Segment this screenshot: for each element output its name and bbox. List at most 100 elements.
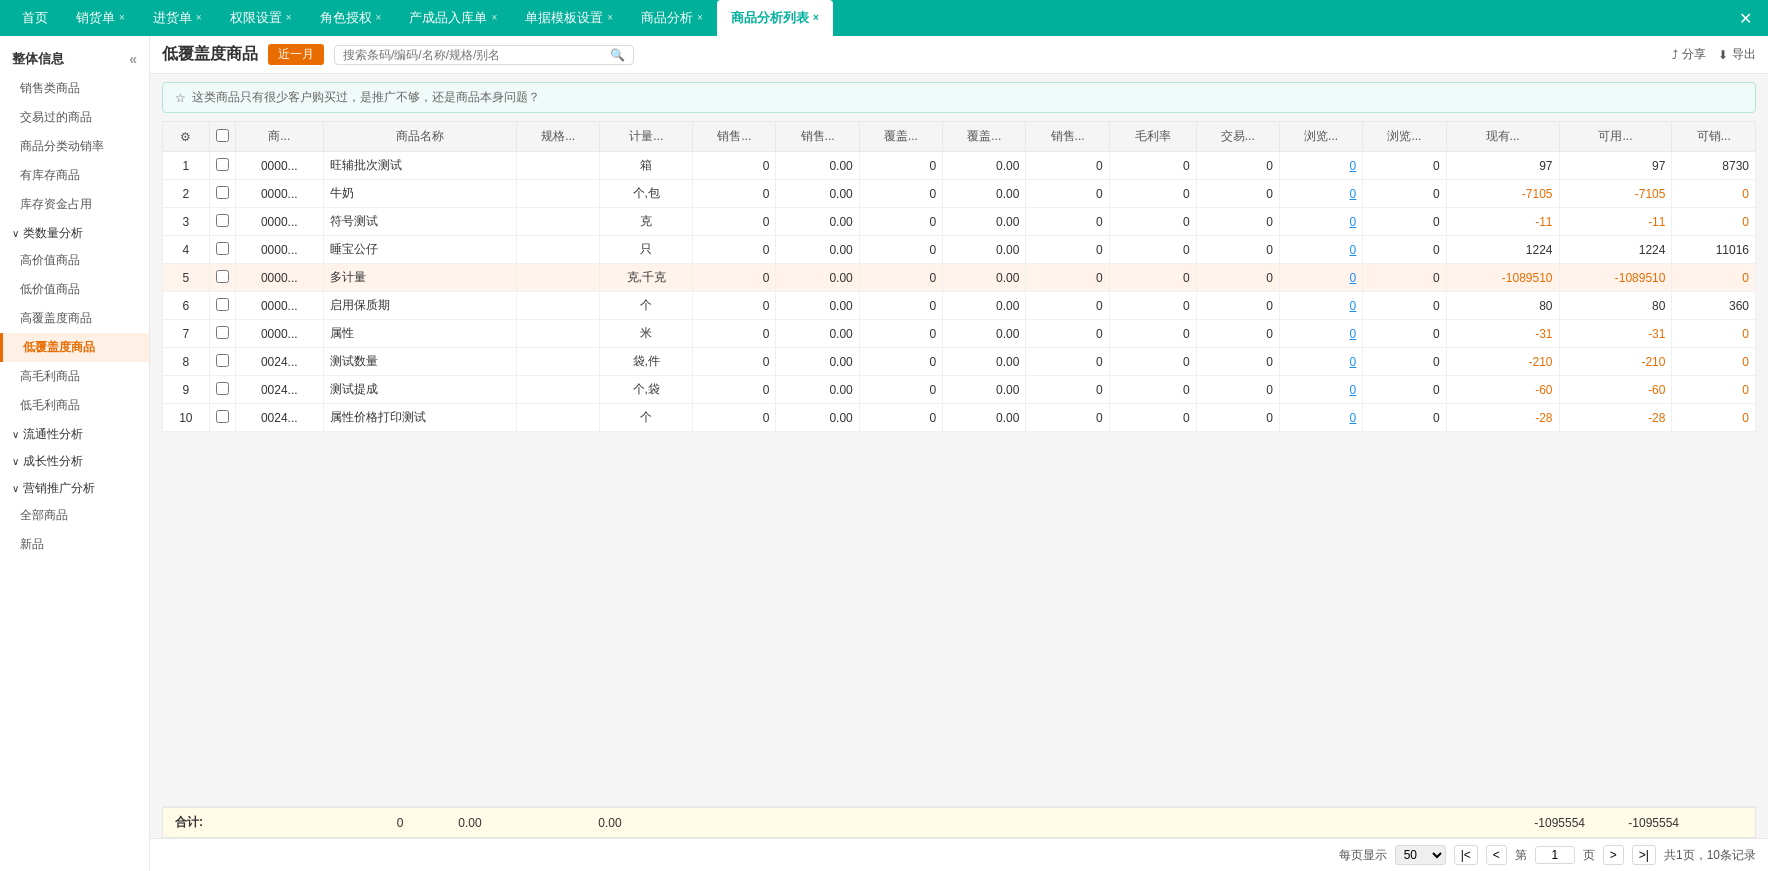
row-checkbox[interactable]	[216, 242, 229, 255]
nav-template[interactable]: 单据模板设置 ×	[511, 0, 627, 36]
row-trade: 0	[1196, 376, 1279, 404]
row-available-stock: -7105	[1559, 180, 1672, 208]
row-spec	[517, 180, 600, 208]
nav-stock-in[interactable]: 产成品入库单 ×	[395, 0, 511, 36]
close-all-button[interactable]: ✕	[1731, 9, 1760, 28]
sidebar-group-flow-analysis[interactable]: 流通性分析	[0, 420, 149, 447]
row-no: 3	[163, 208, 210, 236]
export-button[interactable]: ⬇ 导出	[1718, 46, 1756, 63]
row-checkbox[interactable]	[216, 214, 229, 227]
row-cov2: 0.00	[943, 348, 1026, 376]
col-sales-qty-header: 销售...	[693, 122, 776, 152]
nav-permission[interactable]: 权限设置 ×	[216, 0, 306, 36]
row-checkbox[interactable]	[216, 326, 229, 339]
row-browse1[interactable]: 0	[1279, 320, 1362, 348]
period-button[interactable]: 近一月	[268, 44, 324, 65]
row-browse1[interactable]: 0	[1279, 208, 1362, 236]
row-trade: 0	[1196, 208, 1279, 236]
sidebar-item-sales-goods[interactable]: 销售类商品	[0, 74, 149, 103]
col-gross-rate-header: 毛利率	[1109, 122, 1196, 152]
row-name: 符号测试	[323, 208, 516, 236]
sidebar-item-low-value[interactable]: 低价值商品	[0, 275, 149, 304]
row-saleable: 0	[1672, 376, 1756, 404]
next-page-button[interactable]: >	[1603, 845, 1624, 865]
sidebar-collapse-button[interactable]: «	[129, 51, 137, 67]
row-name: 睡宝公仔	[323, 236, 516, 264]
row-sales-amt: 0.00	[776, 404, 859, 432]
nav-home[interactable]: 首页	[8, 0, 62, 36]
col-settings[interactable]: ⚙	[163, 122, 210, 152]
row-sales-qty: 0	[693, 180, 776, 208]
row-browse1[interactable]: 0	[1279, 236, 1362, 264]
table-row: 3 0000... 符号测试 克 0 0.00 0 0.00 0 0 0 0 0…	[163, 208, 1756, 236]
sidebar-item-stock-fund[interactable]: 库存资金占用	[0, 190, 149, 219]
sidebar-item-all-goods[interactable]: 全部商品	[0, 501, 149, 530]
row-sales-amt: 0.00	[776, 180, 859, 208]
row-browse1[interactable]: 0	[1279, 292, 1362, 320]
nav-product-analysis[interactable]: 商品分析 ×	[627, 0, 717, 36]
last-page-button[interactable]: >|	[1632, 845, 1656, 865]
row-sales-amt: 0.00	[776, 348, 859, 376]
row-checkbox[interactable]	[216, 186, 229, 199]
sidebar-group-category-analysis[interactable]: 类数量分析	[0, 219, 149, 246]
nav-purchase[interactable]: 进货单 ×	[139, 0, 216, 36]
row-browse1[interactable]: 0	[1279, 180, 1362, 208]
row-cov1: 0	[859, 348, 942, 376]
row-available-stock: 80	[1559, 292, 1672, 320]
row-checkbox[interactable]	[216, 354, 229, 367]
row-checkbox[interactable]	[216, 270, 229, 283]
footer-summary: 合计: 0 0.00 0.00 -1095554 -1095554	[162, 806, 1756, 838]
row-browse1[interactable]: 0	[1279, 152, 1362, 180]
row-checkbox[interactable]	[216, 158, 229, 171]
sidebar-item-high-value[interactable]: 高价值商品	[0, 246, 149, 275]
row-browse1[interactable]: 0	[1279, 404, 1362, 432]
sidebar-item-category-rate[interactable]: 商品分类动销率	[0, 132, 149, 161]
row-code: 0024...	[235, 348, 323, 376]
row-no: 5	[163, 264, 210, 292]
row-sales-qty: 0	[693, 292, 776, 320]
share-button[interactable]: ⤴ 分享	[1672, 46, 1706, 63]
table-row: 1 0000... 旺辅批次测试 箱 0 0.00 0 0.00 0 0 0 0…	[163, 152, 1756, 180]
select-all-checkbox[interactable]	[216, 129, 229, 142]
search-icon[interactable]: 🔍	[610, 48, 625, 62]
col-browse1-header: 浏览...	[1279, 122, 1362, 152]
per-page-select[interactable]: 50 20 100 200	[1395, 845, 1446, 865]
row-checkbox-cell	[209, 292, 235, 320]
nav-sales[interactable]: 销货单 ×	[62, 0, 139, 36]
col-checkbox-header[interactable]	[209, 122, 235, 152]
row-code: 0000...	[235, 152, 323, 180]
sidebar-group-growth-analysis[interactable]: 成长性分析	[0, 447, 149, 474]
sidebar-item-low-coverage[interactable]: 低覆盖度商品	[0, 333, 149, 362]
header-actions: ⤴ 分享 ⬇ 导出	[1672, 46, 1756, 63]
row-browse1[interactable]: 0	[1279, 348, 1362, 376]
row-checkbox[interactable]	[216, 410, 229, 423]
row-browse1[interactable]: 0	[1279, 376, 1362, 404]
sidebar-item-traded-goods[interactable]: 交易过的商品	[0, 103, 149, 132]
sidebar-item-low-profit[interactable]: 低毛利商品	[0, 391, 149, 420]
row-gross-rate: 0	[1109, 320, 1196, 348]
row-checkbox-cell	[209, 180, 235, 208]
first-page-button[interactable]: |<	[1454, 845, 1478, 865]
current-page-input[interactable]	[1535, 846, 1575, 864]
prev-page-button[interactable]: <	[1486, 845, 1507, 865]
row-checkbox[interactable]	[216, 382, 229, 395]
nav-product-analysis-list[interactable]: 商品分析列表 ×	[717, 0, 833, 36]
table-row: 10 0024... 属性价格打印测试 个 0 0.00 0 0.00 0 0 …	[163, 404, 1756, 432]
sidebar-item-high-coverage[interactable]: 高覆盖度商品	[0, 304, 149, 333]
settings-icon[interactable]: ⚙	[180, 130, 191, 144]
sidebar-item-new-goods[interactable]: 新品	[0, 530, 149, 559]
col-browse2-header: 浏览...	[1363, 122, 1446, 152]
nav-role[interactable]: 角色授权 ×	[306, 0, 396, 36]
sidebar-group-marketing-analysis[interactable]: 营销推广分析	[0, 474, 149, 501]
row-checkbox[interactable]	[216, 298, 229, 311]
sidebar-item-high-profit[interactable]: 高毛利商品	[0, 362, 149, 391]
row-unit: 米	[600, 320, 693, 348]
row-trade: 0	[1196, 320, 1279, 348]
sidebar-item-stocked-goods[interactable]: 有库存商品	[0, 161, 149, 190]
row-checkbox-cell	[209, 376, 235, 404]
row-sales-times: 0	[1026, 208, 1109, 236]
row-sales-times: 0	[1026, 180, 1109, 208]
row-cov2: 0.00	[943, 292, 1026, 320]
row-browse1[interactable]: 0	[1279, 264, 1362, 292]
search-input[interactable]	[343, 48, 604, 62]
